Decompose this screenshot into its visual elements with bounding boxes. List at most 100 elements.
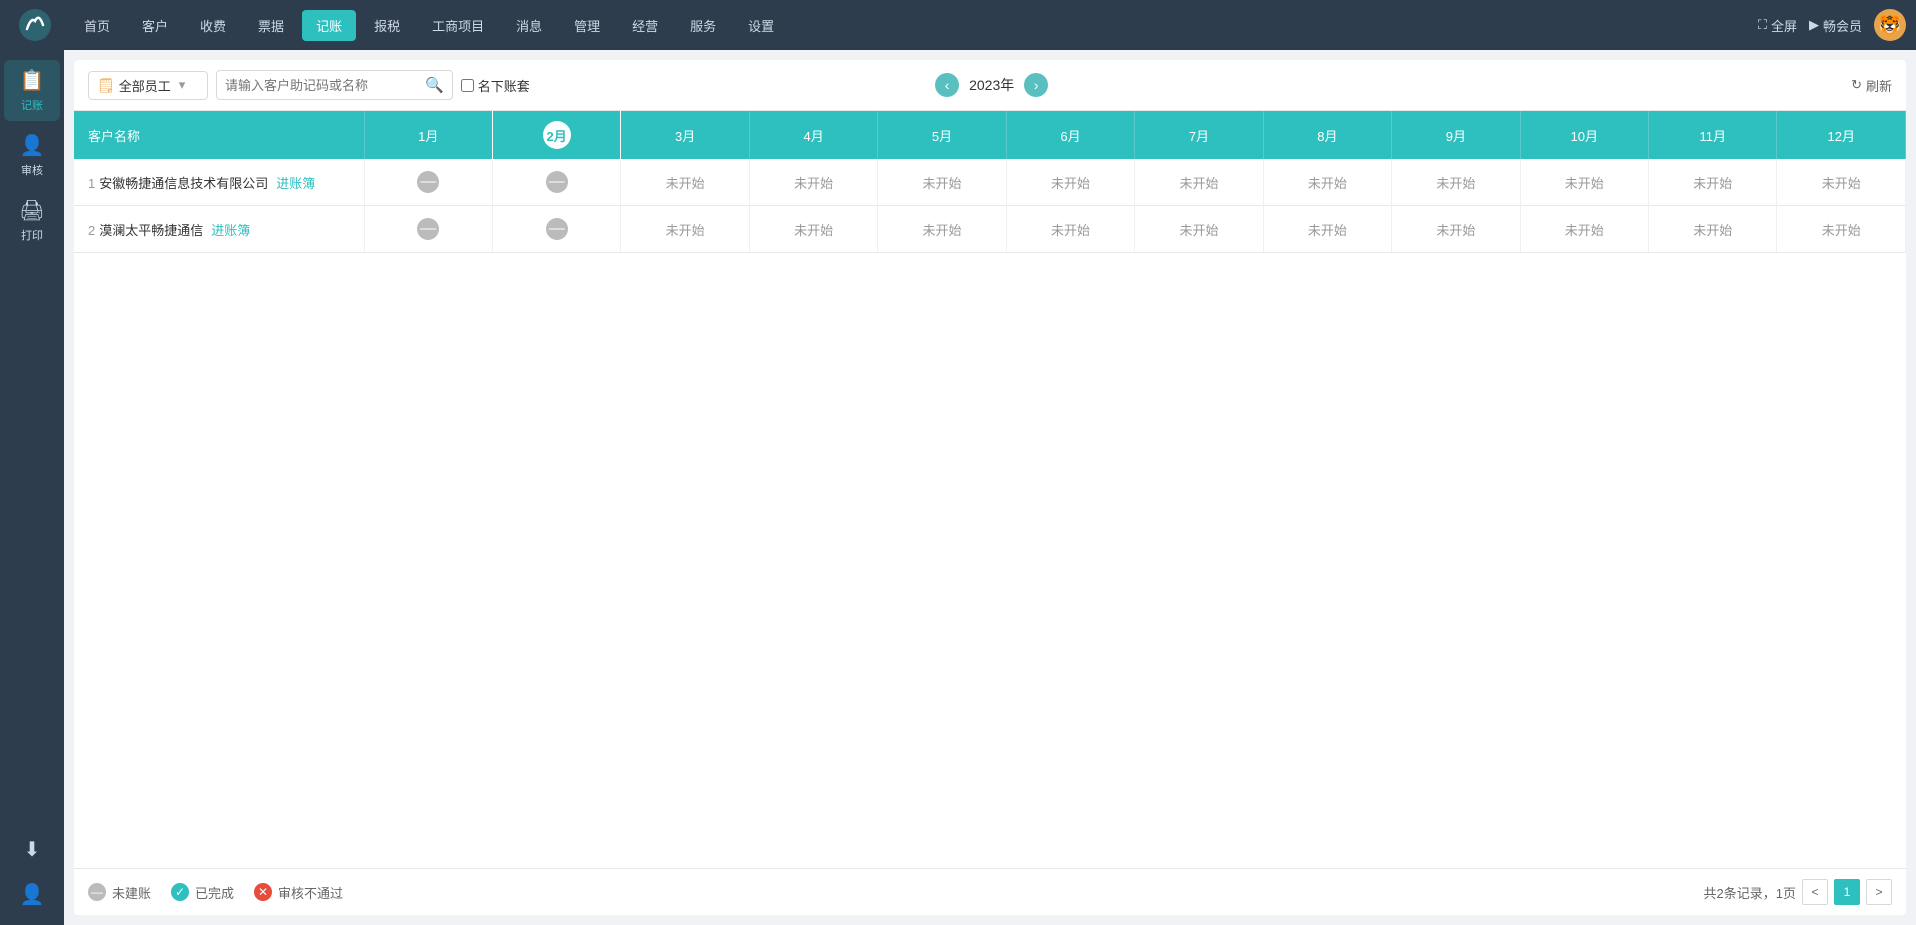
search-input[interactable] <box>217 73 417 98</box>
status-not-started: 未开始 <box>1693 176 1732 191</box>
status-not-started: 未开始 <box>794 223 833 238</box>
download-icon: ⬇ <box>24 837 41 862</box>
status-not-started: 未开始 <box>666 176 705 191</box>
status-not-started: 未开始 <box>1565 176 1604 191</box>
current-page-button[interactable]: 1 <box>1834 879 1860 905</box>
status-not-started: 未开始 <box>923 176 962 191</box>
nav-right: ⛶ 全屏 ▶ 畅会员 🐯 <box>1758 9 1906 41</box>
status-not-started: 未开始 <box>1051 223 1090 238</box>
month-cell-4: 未开始 <box>749 159 877 206</box>
logo-icon <box>19 9 51 41</box>
logo <box>10 9 60 41</box>
th-oct: 10月 <box>1520 111 1648 159</box>
nav-fee[interactable]: 收费 <box>186 10 240 41</box>
fullscreen-label: 全屏 <box>1771 16 1797 35</box>
sidebar-item-audit[interactable]: 👤 审核 <box>4 125 60 186</box>
status-not-started: 未开始 <box>1051 176 1090 191</box>
month-cell-10: 未开始 <box>1520 206 1648 253</box>
th-dec: 12月 <box>1777 111 1906 159</box>
nav-business[interactable]: 工商项目 <box>418 10 498 41</box>
avatar[interactable]: 🐯 <box>1874 9 1906 41</box>
th-jun: 6月 <box>1006 111 1134 159</box>
status-not-started: 未开始 <box>1179 223 1218 238</box>
month-cell-12: 未开始 <box>1777 159 1906 206</box>
sidebar-item-accounting[interactable]: 📋 记账 <box>4 60 60 121</box>
refresh-button[interactable]: ↻ 刷新 <box>1851 76 1892 95</box>
nav-invoice[interactable]: 票据 <box>244 10 298 41</box>
customer-name-cell: 2漠澜太平畅捷通信进账簿 <box>74 206 364 253</box>
vip-label: 畅会员 <box>1823 16 1862 35</box>
sidebar-item-user[interactable]: 👤 <box>4 874 60 915</box>
chevron-down-icon: ▾ <box>179 77 186 93</box>
month-cell-3: 未开始 <box>621 159 749 206</box>
year-label: 2023年 <box>969 75 1014 95</box>
nav-message[interactable]: 消息 <box>502 10 556 41</box>
refresh-label: 刷新 <box>1866 76 1892 95</box>
month-cell-12: 未开始 <box>1777 206 1906 253</box>
next-page-button[interactable]: > <box>1866 879 1892 905</box>
status-not-started: 未开始 <box>1179 176 1218 191</box>
th-mar: 3月 <box>621 111 749 159</box>
enter-ledger-link[interactable]: 进账簿 <box>276 176 315 191</box>
month-cell-9: 未开始 <box>1392 206 1520 253</box>
legend-done-icon: ✓ <box>171 883 189 901</box>
nav-tax[interactable]: 报税 <box>360 10 414 41</box>
pagination: 共2条记录，1页 < 1 > <box>1704 879 1892 905</box>
month-cell-10: 未开始 <box>1520 159 1648 206</box>
nav-accounting[interactable]: 记账 <box>302 10 356 41</box>
th-may: 5月 <box>878 111 1006 159</box>
sidebar: 📋 记账 👤 审核 🖨 打印 ⬇ 👤 <box>0 50 64 925</box>
sidebar-item-print[interactable]: 🖨 打印 <box>4 190 60 251</box>
sidebar-label-accounting: 记账 <box>21 97 43 113</box>
main-table: 客户名称 1月 2月 3月 4月 5月 6月 7月 8月 9月 10月 11月 <box>74 111 1906 253</box>
vip-icon: ▶ <box>1809 17 1819 33</box>
prev-year-button[interactable]: ‹ <box>935 73 959 97</box>
checkbox-under-account[interactable]: 名下账套 <box>461 76 530 95</box>
nav-home[interactable]: 首页 <box>70 10 124 41</box>
customer-name: 安徽畅捷通信息技术有限公司 <box>99 176 268 191</box>
th-jan: 1月 <box>364 111 492 159</box>
sidebar-item-download[interactable]: ⬇ <box>4 829 60 870</box>
nav-manage[interactable]: 管理 <box>560 10 614 41</box>
month-cell-6: 未开始 <box>1006 159 1134 206</box>
sidebar-label-print: 打印 <box>21 227 43 243</box>
fullscreen-icon: ⛶ <box>1758 17 1767 33</box>
status-not-started: 未开始 <box>1565 223 1604 238</box>
status-not-started: 未开始 <box>1822 223 1861 238</box>
main-layout: 📋 记账 👤 审核 🖨 打印 ⬇ 👤 🗒 全部员工 <box>0 50 1916 925</box>
nav-service[interactable]: 服务 <box>676 10 730 41</box>
month-cell-2: — <box>492 206 620 253</box>
table-row: 2漠澜太平畅捷通信进账簿——未开始未开始未开始未开始未开始未开始未开始未开始未开… <box>74 206 1906 253</box>
status-minus-icon: — <box>417 171 439 193</box>
print-icon: 🖨 <box>19 198 44 223</box>
checkbox-label: 名下账套 <box>478 76 530 95</box>
enter-ledger-link[interactable]: 进账簿 <box>211 223 250 238</box>
vip-button[interactable]: ▶ 畅会员 <box>1809 16 1862 35</box>
sidebar-bottom: ⬇ 👤 <box>4 829 60 915</box>
checkbox-input[interactable] <box>461 79 474 92</box>
page-container: 🗒 全部员工 ▾ 🔍 名下账套 ‹ 2023年 › <box>74 60 1906 915</box>
month-cell-1: — <box>364 206 492 253</box>
customer-name-cell: 1 安徽畅捷通信息技术有限公司进账簿 <box>74 159 364 206</box>
total-label: 共2条记录，1页 <box>1704 883 1796 902</box>
status-not-started: 未开始 <box>794 176 833 191</box>
nav-customer[interactable]: 客户 <box>128 10 182 41</box>
prev-page-button[interactable]: < <box>1802 879 1828 905</box>
month-cell-9: 未开始 <box>1392 159 1520 206</box>
row-index: 1 <box>88 176 95 191</box>
table-header-row: 客户名称 1月 2月 3月 4月 5月 6月 7月 8月 9月 10月 11月 <box>74 111 1906 159</box>
employee-select[interactable]: 🗒 全部员工 ▾ <box>88 71 208 100</box>
nav-settings[interactable]: 设置 <box>734 10 788 41</box>
search-button[interactable]: 🔍 <box>417 71 452 99</box>
nav-operation[interactable]: 经营 <box>618 10 672 41</box>
audit-icon: 👤 <box>20 133 45 158</box>
content-area: 🗒 全部员工 ▾ 🔍 名下账套 ‹ 2023年 › <box>64 50 1916 925</box>
month-cell-6: 未开始 <box>1006 206 1134 253</box>
legend-done: ✓ 已完成 <box>171 883 234 902</box>
fullscreen-button[interactable]: ⛶ 全屏 <box>1758 16 1797 35</box>
status-minus-icon: — <box>546 218 568 240</box>
next-year-button[interactable]: › <box>1024 73 1048 97</box>
legend-rejected-icon: ✕ <box>254 883 272 901</box>
legend-rejected: ✕ 审核不通过 <box>254 883 343 902</box>
th-feb: 2月 <box>492 111 620 159</box>
